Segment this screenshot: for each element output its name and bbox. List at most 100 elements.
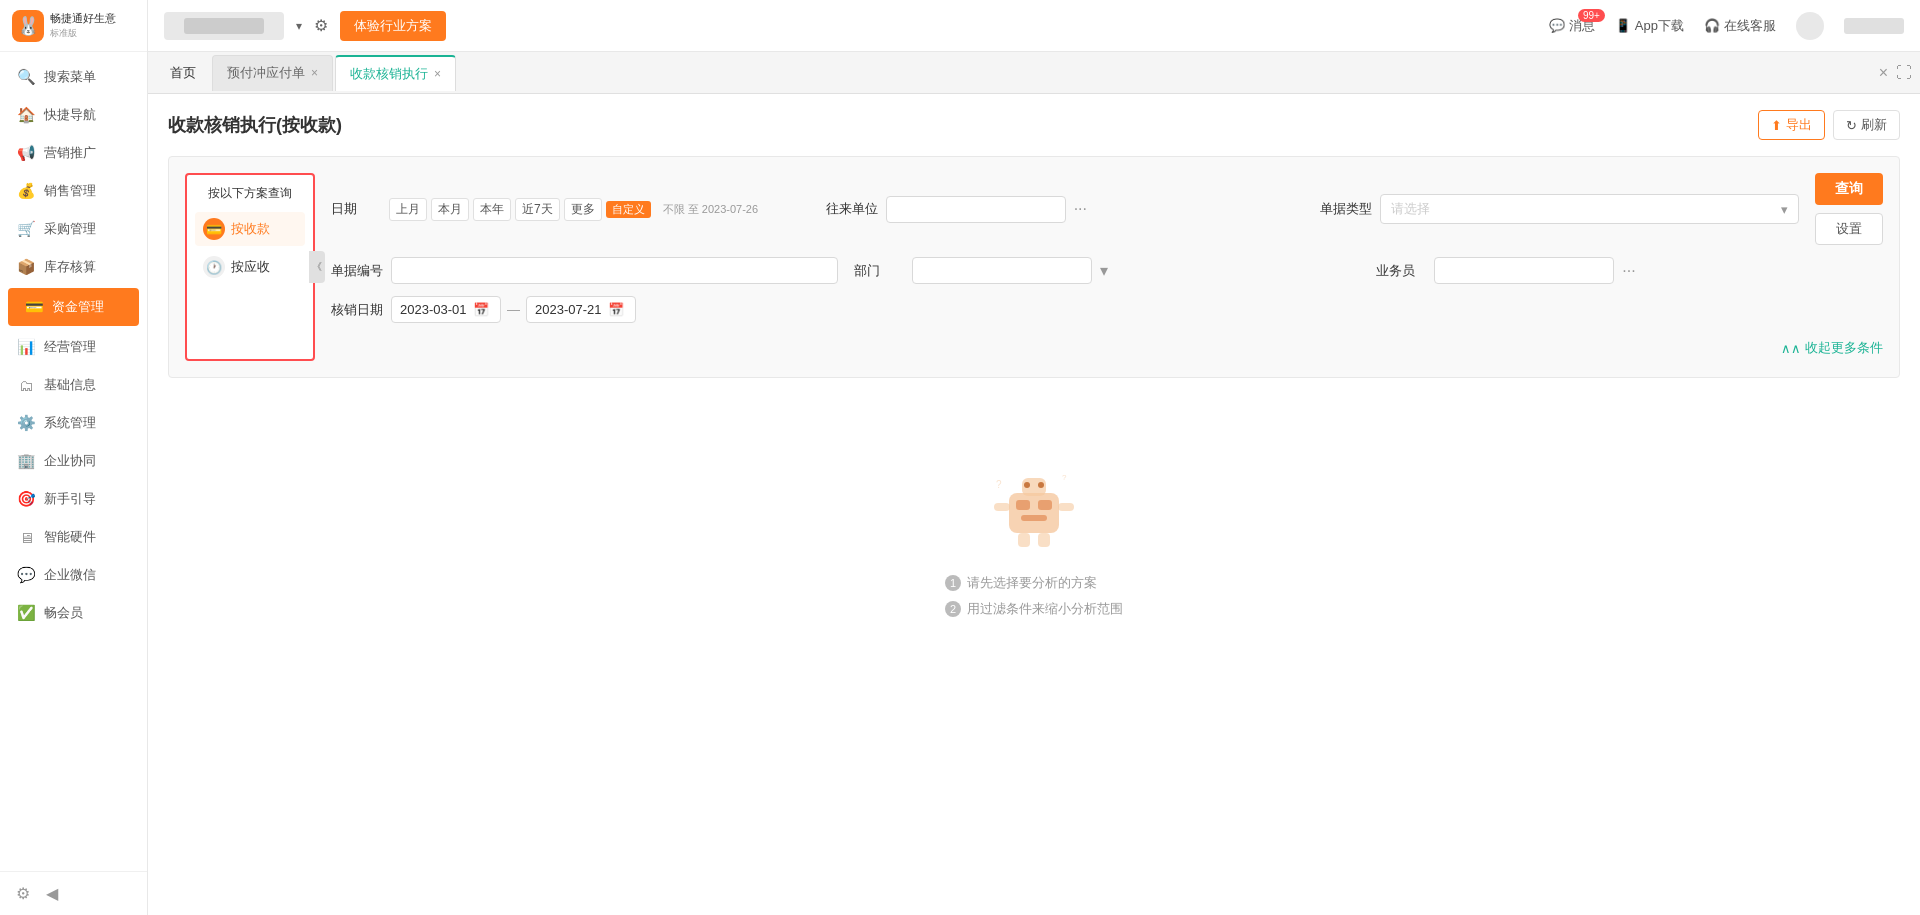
guide-icon: 🎯 [16, 490, 36, 508]
date-custom-badge[interactable]: 自定义 [606, 201, 651, 218]
page-content: 收款核销执行(按收款) ⬆ 导出 ↻ 刷新 按以下方案查询 💳 按收款 [148, 94, 1920, 915]
calendar-start-icon: 📅 [473, 302, 489, 317]
service-icon: 🎧 [1704, 18, 1720, 33]
doctype-label: 单据类型 [1320, 200, 1372, 218]
partner-input[interactable] [886, 196, 1066, 223]
date-btn-this-year[interactable]: 本年 [473, 198, 511, 221]
topbar-app-download[interactable]: 📱 App下载 [1615, 17, 1684, 35]
tip-num-1: 1 [945, 575, 961, 591]
svg-rect-9 [1018, 533, 1030, 547]
partner-select-icon[interactable]: ··· [1074, 200, 1087, 218]
tab-home[interactable]: 首页 [156, 55, 210, 91]
filter-row-3: 核销日期 2023-03-01 📅 — 2023-07-21 📅 [331, 296, 1883, 323]
sidebar-item-enterprise[interactable]: 🏢 企业协同 [0, 442, 147, 480]
dept-dropdown-icon[interactable]: ▾ [1100, 261, 1108, 280]
date-btn-more[interactable]: 更多 [564, 198, 602, 221]
tab-writeoff-close-icon[interactable]: × [434, 67, 441, 81]
sidebar-item-search-menu[interactable]: 🔍 搜索菜单 [0, 58, 147, 96]
sidebar-item-ops[interactable]: 📊 经营管理 [0, 328, 147, 366]
date-btn-last-month[interactable]: 上月 [389, 198, 427, 221]
logo-text: 畅捷通好生意 标准版 [50, 11, 116, 39]
verify-date-end-input[interactable]: 2023-07-21 📅 [526, 296, 636, 323]
sidebar-collapse-icon[interactable]: ◀ [46, 884, 58, 903]
topbar-message[interactable]: 💬 消息 99+ [1549, 17, 1595, 35]
topbar-dropdown-icon[interactable]: ▾ [296, 19, 302, 33]
system-icon: ⚙️ [16, 414, 36, 432]
app-icon: 📱 [1615, 18, 1631, 33]
sidebar-item-funds[interactable]: 💳 资金管理 [8, 288, 139, 326]
filter-row-2: 单据编号 部门 ▾ 业务员 ··· [331, 257, 1883, 284]
svg-point-6 [1038, 482, 1044, 488]
sidebar-item-purchase[interactable]: 🛒 采购管理 [0, 210, 147, 248]
svg-rect-2 [1038, 500, 1052, 510]
collapse-icon: ∧∧ [1781, 341, 1801, 356]
sidebar-item-quick-nav[interactable]: 🏠 快捷导航 [0, 96, 147, 134]
doctype-select[interactable]: 请选择 ▾ [1380, 194, 1799, 224]
svg-point-5 [1024, 482, 1030, 488]
filter-docno-field: 单据编号 [331, 257, 838, 284]
tab-prepay[interactable]: 预付冲应付单 × [212, 55, 333, 91]
refresh-btn[interactable]: ↻ 刷新 [1833, 110, 1900, 140]
empty-tip-2: 2 用过滤条件来缩小分析范围 [945, 600, 1123, 618]
topbar-brand [164, 12, 284, 40]
svg-rect-1 [1016, 500, 1030, 510]
inventory-icon: 📦 [16, 258, 36, 276]
topbar-gear-icon[interactable]: ⚙ [314, 16, 328, 35]
sidebar-item-inventory[interactable]: 📦 库存核算 [0, 248, 147, 286]
tabbar-close-btn[interactable]: × [1879, 64, 1888, 82]
tip-num-2: 2 [945, 601, 961, 617]
sidebar-item-sales[interactable]: 💰 销售管理 [0, 172, 147, 210]
enterprise-icon: 🏢 [16, 452, 36, 470]
sidebar-item-member[interactable]: ✅ 畅会员 [0, 594, 147, 632]
svg-rect-3 [1021, 515, 1047, 521]
tab-prepay-close-icon[interactable]: × [311, 66, 318, 80]
topbar-service[interactable]: 🎧 在线客服 [1704, 17, 1776, 35]
sidebar: 🐰 畅捷通好生意 标准版 🔍 搜索菜单 🏠 快捷导航 📢 营销推广 💰 销售管理… [0, 0, 148, 915]
verify-date-start-input[interactable]: 2023-03-01 📅 [391, 296, 501, 323]
tabbar-maximize-btn[interactable]: ⛶ [1896, 64, 1912, 82]
export-btn[interactable]: ⬆ 导出 [1758, 110, 1825, 140]
query-option-by-receipt[interactable]: 💳 按收款 [195, 212, 305, 246]
sidebar-item-marketing[interactable]: 📢 营销推广 [0, 134, 147, 172]
tab-writeoff[interactable]: 收款核销执行 × [335, 55, 456, 91]
dept-label: 部门 [854, 262, 904, 280]
industry-btn[interactable]: 体验行业方案 [340, 11, 446, 41]
wechat-icon: 💬 [16, 566, 36, 584]
query-option-by-receivable[interactable]: 🕐 按应收 [195, 250, 305, 284]
purchase-icon: 🛒 [16, 220, 36, 238]
main-area: ▾ ⚙ 体验行业方案 💬 消息 99+ 📱 App下载 🎧 在线客服 首页 [148, 0, 1920, 915]
logo-icon: 🐰 [12, 10, 44, 42]
date-btn-this-month[interactable]: 本月 [431, 198, 469, 221]
sidebar-item-hardware[interactable]: 🖥 智能硬件 [0, 518, 147, 556]
query-panel-collapse-btn[interactable]: 《 [309, 251, 325, 283]
filter-actions: 查询 设置 [1815, 173, 1883, 245]
dept-input[interactable] [912, 257, 1092, 284]
query-btn[interactable]: 查询 [1815, 173, 1883, 205]
calendar-end-icon: 📅 [608, 302, 624, 317]
staff-select-icon[interactable]: ··· [1622, 262, 1635, 280]
staff-input[interactable] [1434, 257, 1614, 284]
sidebar-item-guide[interactable]: 🎯 新手引导 [0, 480, 147, 518]
date-btn-7days[interactable]: 近7天 [515, 198, 560, 221]
sales-icon: 💰 [16, 182, 36, 200]
sidebar-item-basic[interactable]: 🗂 基础信息 [0, 366, 147, 404]
sidebar-item-wechat[interactable]: 💬 企业微信 [0, 556, 147, 594]
message-badge: 99+ [1578, 9, 1605, 22]
topbar-avatar[interactable] [1796, 12, 1824, 40]
svg-rect-0 [1009, 493, 1059, 533]
collapse-more-btn[interactable]: ∧∧ 收起更多条件 [331, 335, 1883, 361]
filter-verify-date-field: 核销日期 2023-03-01 📅 — 2023-07-21 📅 [331, 296, 1883, 323]
settings-btn[interactable]: 设置 [1815, 213, 1883, 245]
doctype-dropdown-icon: ▾ [1781, 202, 1788, 217]
by-receivable-icon: 🕐 [203, 256, 225, 278]
sidebar-gear-icon[interactable]: ⚙ [16, 884, 30, 903]
marketing-icon: 📢 [16, 144, 36, 162]
sidebar-bottom: ⚙ ◀ [0, 871, 147, 915]
page-header: 收款核销执行(按收款) ⬆ 导出 ↻ 刷新 [168, 110, 1900, 140]
svg-text:?: ? [1062, 473, 1067, 482]
sidebar-item-system[interactable]: ⚙️ 系统管理 [0, 404, 147, 442]
topbar-username [1844, 18, 1904, 34]
docno-input[interactable] [391, 257, 838, 284]
filter-row-1: 日期 上月 本月 本年 近7天 更多 自定义 不限 至 2023-07-26 [331, 173, 1883, 245]
topbar: ▾ ⚙ 体验行业方案 💬 消息 99+ 📱 App下载 🎧 在线客服 [148, 0, 1920, 52]
